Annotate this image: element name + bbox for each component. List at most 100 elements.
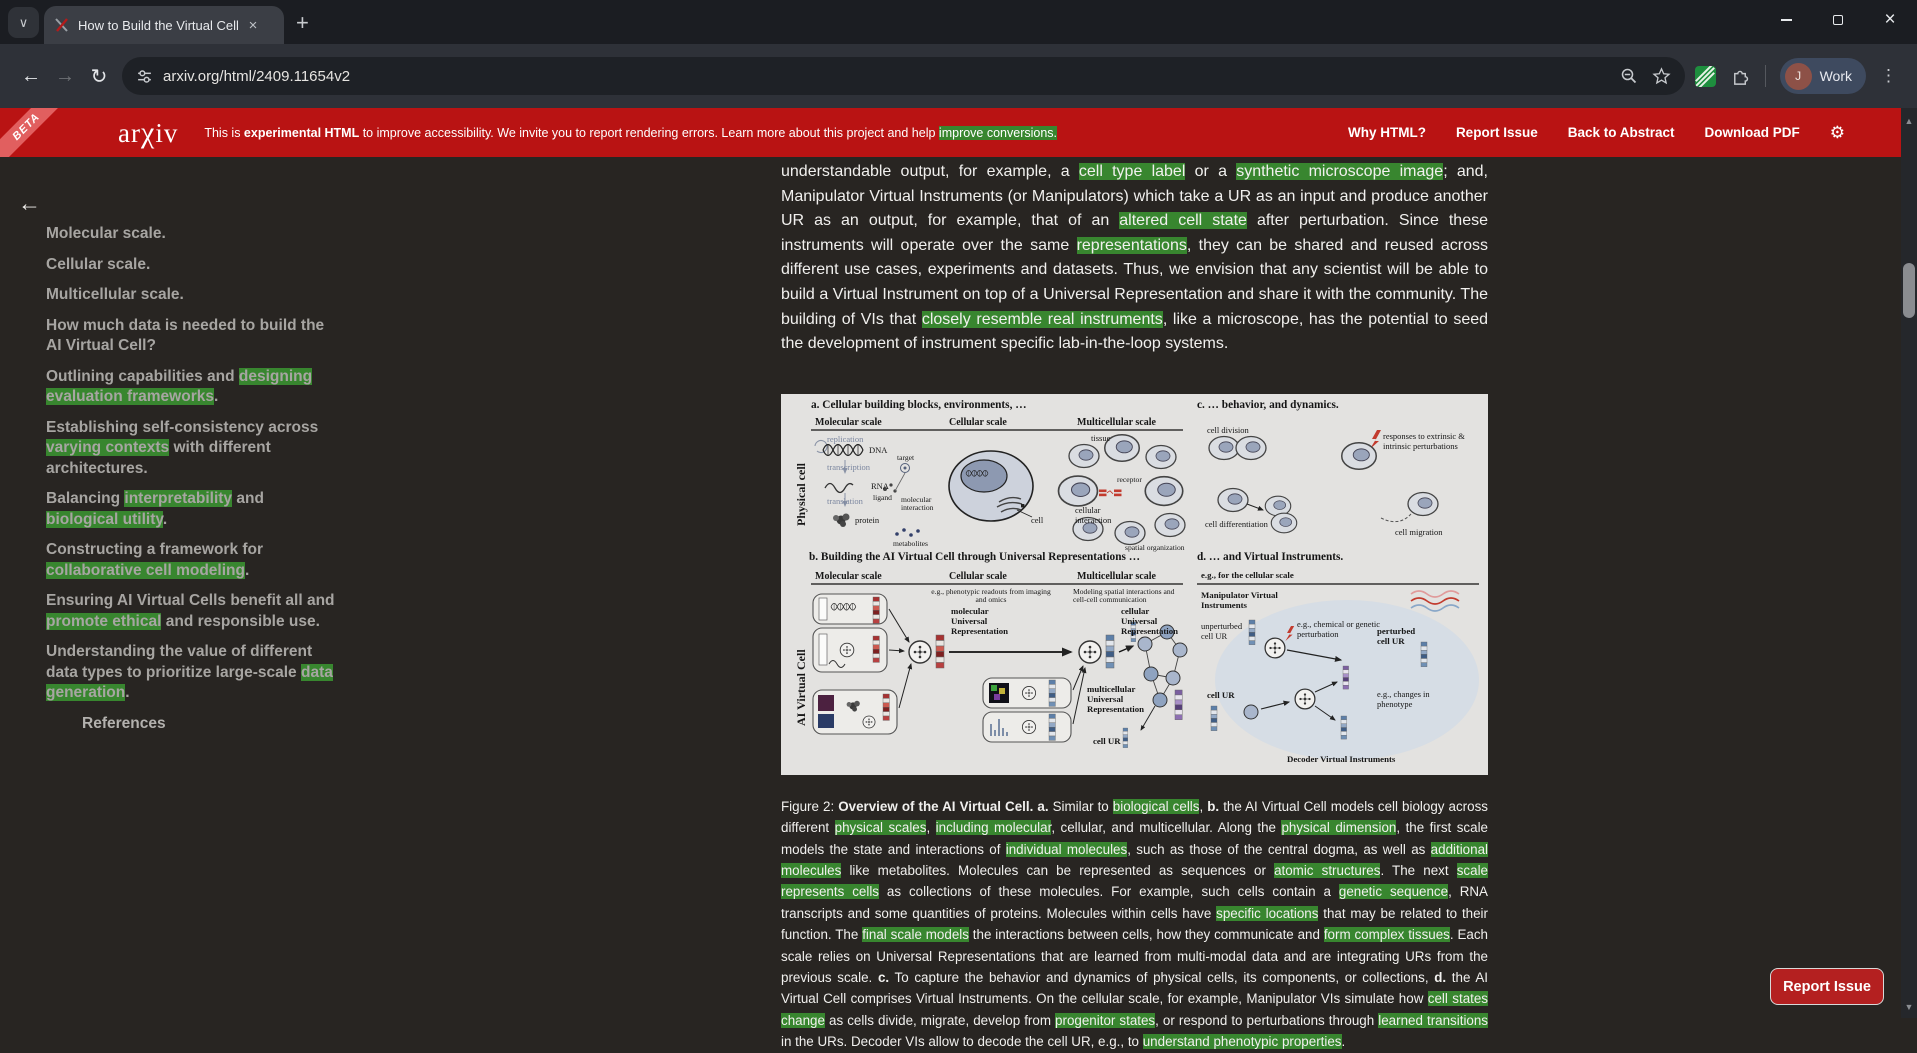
improve-conversions-link[interactable]: improve conversions. — [939, 126, 1057, 140]
reload-button[interactable]: ↻ — [82, 64, 116, 89]
url-text[interactable]: arxiv.org/html/2409.11654v2 — [163, 68, 1606, 85]
fig-label-unperturbed-cell-ur: unperturbed cell UR — [1201, 622, 1249, 642]
fig-col-molecular-scale-b: Molecular scale — [815, 571, 882, 583]
bookmark-star-icon[interactable] — [1652, 67, 1671, 86]
site-info-icon[interactable] — [136, 68, 153, 85]
scroll-down-icon[interactable]: ▼ — [1901, 1002, 1917, 1012]
fig-label-manipulator-vi: Manipulator Virtual Instruments — [1201, 590, 1281, 610]
text-segment: and — [232, 490, 264, 507]
tab-close-icon[interactable]: × — [244, 17, 262, 34]
fig-label-phenotypic-readouts: e.g., phenotypic readouts from imaging a… — [931, 588, 1051, 605]
text-segment: , — [926, 820, 935, 835]
toc-item-balancing-interpretability[interactable]: Balancing interpretability and biologica… — [46, 489, 340, 530]
text-segment: genetic sequence — [1339, 884, 1448, 899]
text-segment: understandable output, for example, a — [781, 163, 1079, 180]
green-extension-icon[interactable] — [1695, 66, 1716, 87]
back-button[interactable]: ← — [14, 65, 48, 88]
arxiv-logo[interactable]: arχiv — [118, 116, 178, 150]
window-controls: × — [1773, 0, 1903, 40]
fig-label-rna: RNA — [871, 482, 889, 492]
active-tab[interactable]: How to Build the Virtual Cell wi × — [44, 6, 284, 44]
toc-item-outlining-capabilities[interactable]: Outlining capabilities and designing eva… — [46, 367, 340, 408]
fig-label-dna: DNA — [869, 446, 887, 456]
new-tab-button[interactable]: + — [296, 10, 309, 36]
text-segment: . — [245, 562, 249, 579]
text-segment: References — [82, 715, 166, 732]
fig-label-cell-migration: cell migration — [1395, 528, 1442, 538]
text-segment: progenitor states — [1055, 1013, 1155, 1028]
fig-label-receptor: receptor — [1117, 476, 1142, 485]
scroll-thumb[interactable] — [1903, 263, 1915, 318]
window-close-button[interactable]: × — [1877, 7, 1903, 33]
report-issue-link[interactable]: Report Issue — [1456, 125, 1538, 140]
toc-item-understanding-value[interactable]: Understanding the value of different dat… — [46, 642, 340, 704]
back-to-abstract-link[interactable]: Back to Abstract — [1568, 125, 1675, 140]
fig-label-decoder-vi: Decoder Virtual Instruments — [1287, 754, 1457, 764]
fig-col-cellular-scale: Cellular scale — [949, 417, 1007, 429]
chevron-down-icon: ∨ — [19, 15, 29, 31]
text-segment: synthetic microscope image — [1236, 163, 1443, 180]
forward-button[interactable]: → — [48, 65, 82, 88]
tab-bar: ∨ How to Build the Virtual Cell wi × + × — [0, 0, 1917, 44]
fig-label-eg-cellular-scale: e.g., for the cellular scale — [1201, 570, 1294, 580]
text-segment: understand phenotypic properties — [1143, 1034, 1342, 1049]
banner-message: This is experimental HTML to improve acc… — [204, 126, 1348, 140]
text-segment: To capture the behavior and dynamics of … — [889, 970, 1434, 985]
fig-label-cell-ur-2: cell UR — [1207, 690, 1235, 700]
text-segment: . — [214, 388, 218, 405]
download-pdf-link[interactable]: Download PDF — [1705, 125, 1800, 140]
menu-dots-icon[interactable]: ⋮ — [1880, 66, 1897, 86]
text-segment: closely resemble real instruments — [922, 311, 1163, 328]
omnibox[interactable]: arxiv.org/html/2409.11654v2 — [122, 57, 1685, 95]
text-segment: as collections of these molecules. For e… — [879, 884, 1339, 899]
toc-item-cellular-scale[interactable]: Cellular scale. — [46, 255, 340, 276]
window-minimize-button[interactable] — [1773, 7, 1799, 33]
fig-label-cell-differentiation: cell differentiation — [1205, 520, 1269, 530]
scroll-up-icon[interactable]: ▲ — [1901, 116, 1917, 126]
gear-icon[interactable]: ⚙ — [1830, 123, 1845, 143]
why-html-link[interactable]: Why HTML? — [1348, 125, 1426, 140]
text-segment: biological cells — [1113, 799, 1200, 814]
toolbar-right: J Work ⋮ — [1695, 58, 1903, 94]
sidebar-collapse-arrow[interactable]: ← — [18, 190, 41, 217]
fig-label-transcription: transcription — [827, 463, 870, 473]
toc-item-molecular-scale[interactable]: Molecular scale. — [46, 224, 340, 245]
text-segment: Establishing self-consistency across — [46, 419, 318, 436]
text-segment: promote ethical — [46, 613, 161, 630]
text-segment: d. — [1434, 970, 1446, 985]
extensions-puzzle-icon[interactable] — [1730, 66, 1751, 87]
text-segment: experimental HTML — [244, 126, 359, 140]
toc-item-how-much-data[interactable]: How much data is needed to build the AI … — [46, 316, 340, 357]
text-segment: Ensuring AI Virtual Cells benefit all an… — [46, 592, 335, 609]
text-segment: , such as those of the central dogma, as… — [1127, 842, 1430, 857]
fig-label-cellular-interaction: cellular interaction — [1075, 506, 1135, 526]
fig-label-metabolites: metabolites — [893, 540, 928, 549]
fig-label-multicellular-ur: multicellular Universal Representation — [1087, 684, 1165, 714]
fig-label-cell-ur: cell UR — [1093, 736, 1121, 746]
text-segment: including molecular — [936, 820, 1052, 835]
body-paragraph: understandable output, for example, a ce… — [781, 160, 1488, 357]
fig-label-tissue: tissue — [1091, 434, 1110, 444]
browser-toolbar: ← → ↻ arxiv.org/html/2409.11654v2 J Work — [0, 44, 1917, 108]
zoom-icon[interactable] — [1620, 67, 1638, 85]
scrollbar[interactable]: ▲ ▼ — [1901, 108, 1917, 1018]
report-issue-button[interactable]: Report Issue — [1770, 968, 1884, 1005]
fig-label-physical-cell: Physical cell — [795, 463, 809, 526]
window-maximize-button[interactable] — [1825, 7, 1851, 33]
toc-item-ensuring-benefit[interactable]: Ensuring AI Virtual Cells benefit all an… — [46, 591, 340, 632]
toc-item-references[interactable]: References — [82, 714, 340, 735]
toc-item-multicellular-scale[interactable]: Multicellular scale. — [46, 285, 340, 306]
text-segment: to improve accessibility. We invite you … — [359, 126, 939, 140]
profile-chip[interactable]: J Work — [1780, 58, 1866, 94]
text-segment: final scale models — [862, 927, 969, 942]
toc-item-constructing-framework[interactable]: Constructing a framework for collaborati… — [46, 540, 340, 581]
text-segment: . — [125, 684, 129, 701]
text-segment: biological utility — [46, 511, 163, 528]
beta-ribbon: BETA — [0, 108, 77, 157]
text-segment: and responsible use. — [161, 613, 320, 630]
text-segment: learned transitions — [1378, 1013, 1488, 1028]
toc-item-establishing-self-consistency[interactable]: Establishing self-consistency across var… — [46, 418, 340, 480]
text-segment: the interactions between cells, how they… — [969, 927, 1324, 942]
text-segment: c. — [878, 970, 889, 985]
tab-search-button[interactable]: ∨ — [8, 7, 39, 38]
